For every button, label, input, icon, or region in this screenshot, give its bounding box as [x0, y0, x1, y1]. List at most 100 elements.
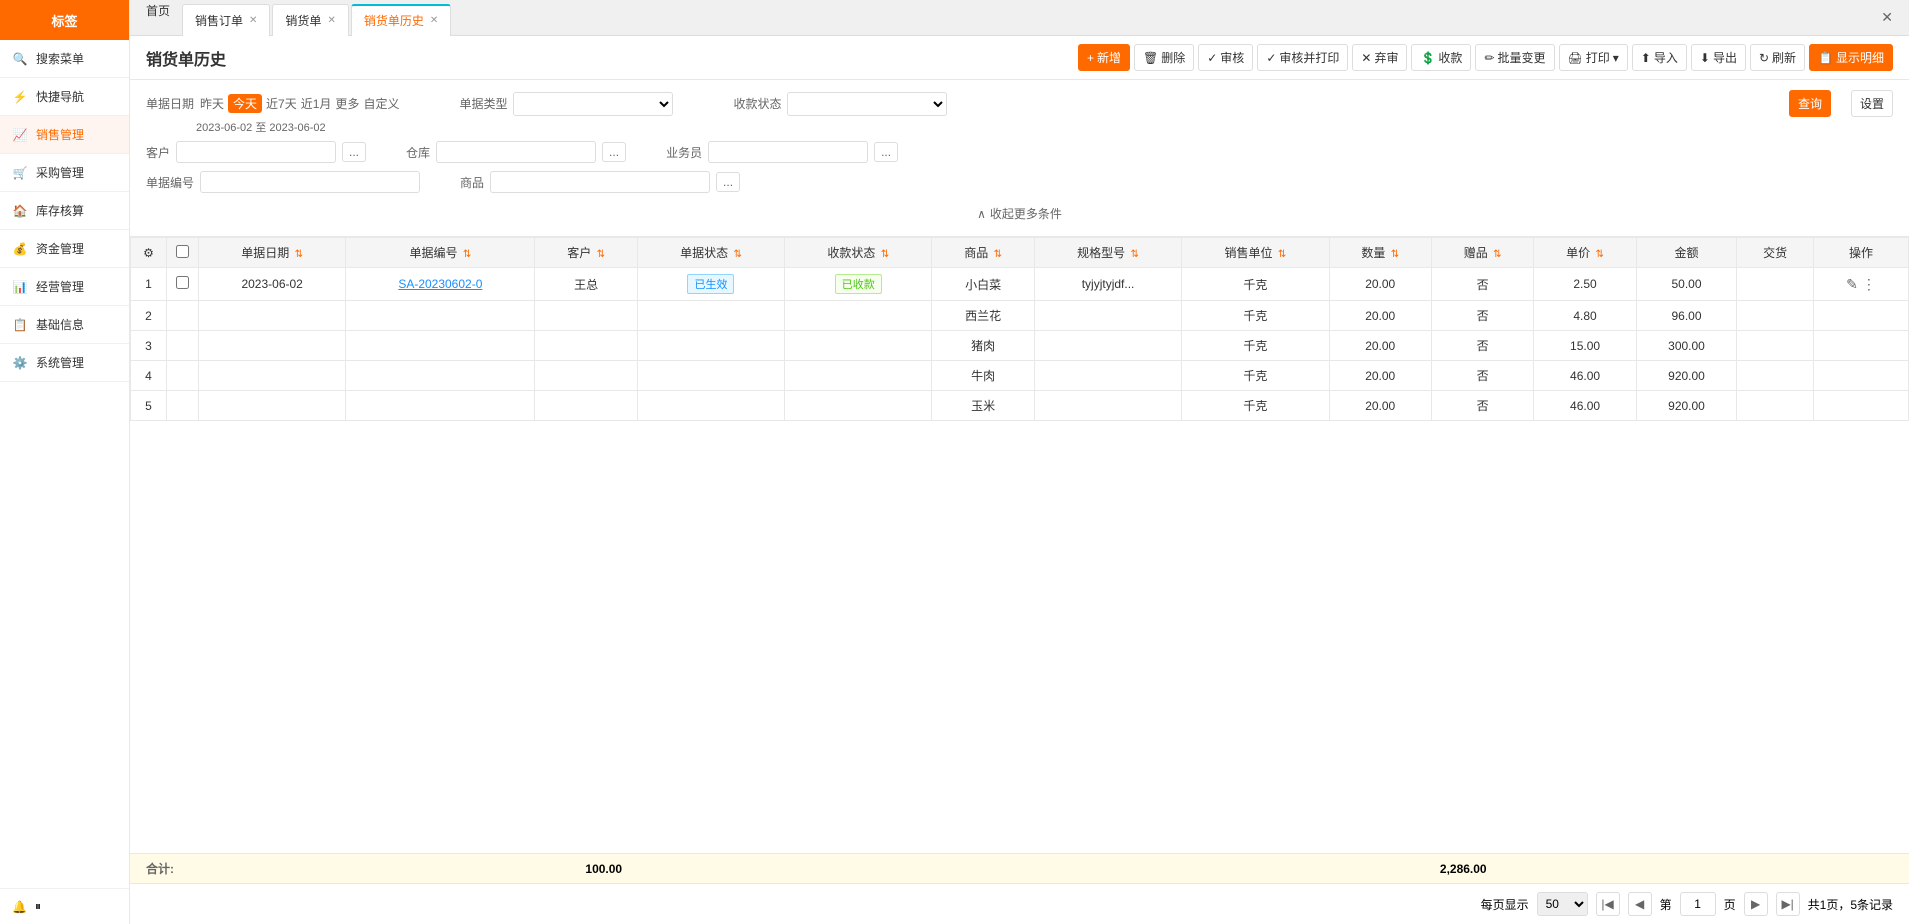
doc-num-input[interactable]	[200, 171, 420, 193]
doc-num-link[interactable]: SA-20230602-0	[398, 277, 482, 291]
row-doc-num[interactable]	[346, 331, 535, 361]
row-doc-status	[637, 331, 784, 361]
row-doc-num[interactable]	[346, 361, 535, 391]
window-close-icon[interactable]: ✕	[1869, 9, 1905, 26]
shortcut-7days[interactable]: 近7天	[266, 95, 297, 112]
sidebar-item-sales-mgmt[interactable]: 📈 销售管理	[0, 116, 129, 154]
row-checkbox[interactable]	[176, 276, 189, 289]
row-trade	[1737, 301, 1814, 331]
goods-input[interactable]	[490, 171, 710, 193]
row-num-cell: 2	[131, 301, 167, 331]
collect-status-select[interactable]	[787, 92, 947, 116]
col-quantity[interactable]: 数量 ⇅	[1329, 238, 1431, 268]
tab-sales-goods[interactable]: 销货单 ✕	[272, 4, 348, 36]
print-button[interactable]: 🖨 打印 ▾	[1559, 44, 1628, 71]
shortcut-1month[interactable]: 近1月	[301, 95, 332, 112]
warehouse-input[interactable]	[436, 141, 596, 163]
customer-label: 客户	[146, 144, 170, 161]
data-table: ⚙ 单据日期 ⇅ 单据编号 ⇅ 客户 ⇅	[130, 237, 1909, 421]
table-footer: 合计: 100.00 2,286.00	[130, 853, 1909, 883]
sidebar-item-base-info[interactable]: 📋 基础信息	[0, 306, 129, 344]
row-checkbox-cell[interactable]	[167, 268, 199, 301]
customer-ellipsis-btn[interactable]: ...	[342, 142, 366, 162]
footer-values: 100.00 2,286.00	[174, 862, 1893, 876]
settings-button[interactable]: 设置	[1851, 90, 1893, 117]
edit-action-btn[interactable]: ✎	[1846, 276, 1858, 292]
tab-sales-history-close[interactable]: ✕	[430, 15, 438, 26]
sidebar-item-operations-mgmt[interactable]: 📊 经营管理	[0, 268, 129, 306]
col-gift[interactable]: 赠品 ⇅	[1431, 238, 1533, 268]
col-doc-num[interactable]: 单据编号 ⇅	[346, 238, 535, 268]
abandon-icon: ✕	[1361, 51, 1371, 65]
tab-sales-order[interactable]: 销售订单 ✕	[182, 4, 270, 36]
shortcut-more[interactable]: 更多	[335, 95, 359, 112]
tab-sales-history[interactable]: 销货单历史 ✕	[351, 4, 451, 36]
sidebar-item-inventory-calc[interactable]: 🏠 库存核算	[0, 192, 129, 230]
filter-row-2: 客户 ... 仓库 ... 业务员 ...	[146, 141, 1893, 163]
tab-sales-goods-close[interactable]: ✕	[327, 15, 335, 26]
col-goods[interactable]: 商品 ⇅	[932, 238, 1034, 268]
col-spec-type[interactable]: 规格型号 ⇅	[1034, 238, 1181, 268]
row-doc-num[interactable]	[346, 301, 535, 331]
sidebar-item-purchase-mgmt[interactable]: 🛒 采购管理	[0, 154, 129, 192]
per-page-select[interactable]: 50 100 200	[1537, 892, 1588, 916]
goods-ellipsis-btn[interactable]: ...	[716, 172, 740, 192]
table-header-row: ⚙ 单据日期 ⇅ 单据编号 ⇅ 客户 ⇅	[131, 238, 1909, 268]
add-button[interactable]: + 新增	[1078, 44, 1130, 71]
customer-input[interactable]	[176, 141, 336, 163]
warehouse-ellipsis-btn[interactable]: ...	[602, 142, 626, 162]
select-all-checkbox[interactable]	[176, 245, 189, 258]
col-unit-price[interactable]: 单价 ⇅	[1534, 238, 1636, 268]
shortcut-yesterday[interactable]: 昨天	[200, 95, 224, 112]
sidebar-item-system-mgmt[interactable]: ⚙️ 系统管理	[0, 344, 129, 382]
export-button[interactable]: ⬇ 导出	[1691, 44, 1746, 71]
query-button[interactable]: 查询	[1789, 90, 1831, 117]
row-checkbox-cell[interactable]	[167, 331, 199, 361]
row-doc-num[interactable]: SA-20230602-0	[346, 268, 535, 301]
doc-type-select[interactable]	[513, 92, 673, 116]
col-collect-status[interactable]: 收款状态 ⇅	[785, 238, 932, 268]
tab-sales-order-close[interactable]: ✕	[249, 15, 257, 26]
sidebar-item-quick-nav[interactable]: ⚡ 快捷导航	[0, 78, 129, 116]
col-doc-status[interactable]: 单据状态 ⇅	[637, 238, 784, 268]
page-number-input[interactable]	[1680, 892, 1716, 916]
shortcut-custom[interactable]: 自定义	[363, 95, 399, 112]
gear-icon[interactable]: ⚙	[143, 246, 154, 260]
delete-button[interactable]: 🗑 删除	[1134, 44, 1194, 71]
sidebar-logo: 标签	[0, 0, 129, 40]
shortcut-today[interactable]: 今天	[228, 94, 262, 113]
business-ellipsis-btn[interactable]: ...	[874, 142, 898, 162]
sidebar-bottom-icon1[interactable]: 🔔	[12, 900, 27, 914]
col-sales-unit[interactable]: 销售单位 ⇅	[1182, 238, 1329, 268]
prev-page-btn[interactable]: ◀	[1628, 892, 1652, 916]
next-page-btn[interactable]: ▶	[1744, 892, 1768, 916]
business-input[interactable]	[708, 141, 868, 163]
row-checkbox-cell[interactable]	[167, 361, 199, 391]
first-page-btn[interactable]: |◀	[1596, 892, 1620, 916]
row-checkbox-cell[interactable]	[167, 301, 199, 331]
row-checkbox-cell[interactable]	[167, 391, 199, 421]
collapse-button[interactable]: ∧ 收起更多条件	[146, 201, 1893, 226]
col-gear[interactable]: ⚙	[131, 238, 167, 268]
tab-home[interactable]: 首页	[134, 2, 182, 34]
audit-button[interactable]: ✓ 审核	[1198, 44, 1253, 71]
sidebar-bottom-icon2[interactable]: ⏸	[35, 899, 41, 914]
batch-change-button[interactable]: ✏ 批量变更	[1475, 44, 1554, 71]
audit-print-button[interactable]: ✓ 审核并打印	[1257, 44, 1348, 71]
collect-button[interactable]: 💲 收款	[1411, 44, 1471, 71]
sidebar-item-finance-mgmt[interactable]: 💰 资金管理	[0, 230, 129, 268]
row-collect-status	[785, 331, 932, 361]
show-detail-button[interactable]: 📋 显示明细	[1809, 44, 1893, 71]
more-action-btn[interactable]: ⋮	[1862, 276, 1876, 292]
col-checkbox[interactable]	[167, 238, 199, 268]
row-doc-num[interactable]	[346, 391, 535, 421]
last-page-btn[interactable]: ▶|	[1776, 892, 1800, 916]
row-amount: 96.00	[1636, 301, 1736, 331]
col-customer[interactable]: 客户 ⇅	[535, 238, 637, 268]
refresh-button[interactable]: ↻ 刷新	[1750, 44, 1805, 71]
warehouse-filter-group: 仓库 ...	[406, 141, 626, 163]
sidebar-item-search-menu[interactable]: 🔍 搜索菜单	[0, 40, 129, 78]
abandon-button[interactable]: ✕ 弃审	[1352, 44, 1407, 71]
import-button[interactable]: ⬆ 导入	[1632, 44, 1687, 71]
col-doc-date[interactable]: 单据日期 ⇅	[199, 238, 346, 268]
